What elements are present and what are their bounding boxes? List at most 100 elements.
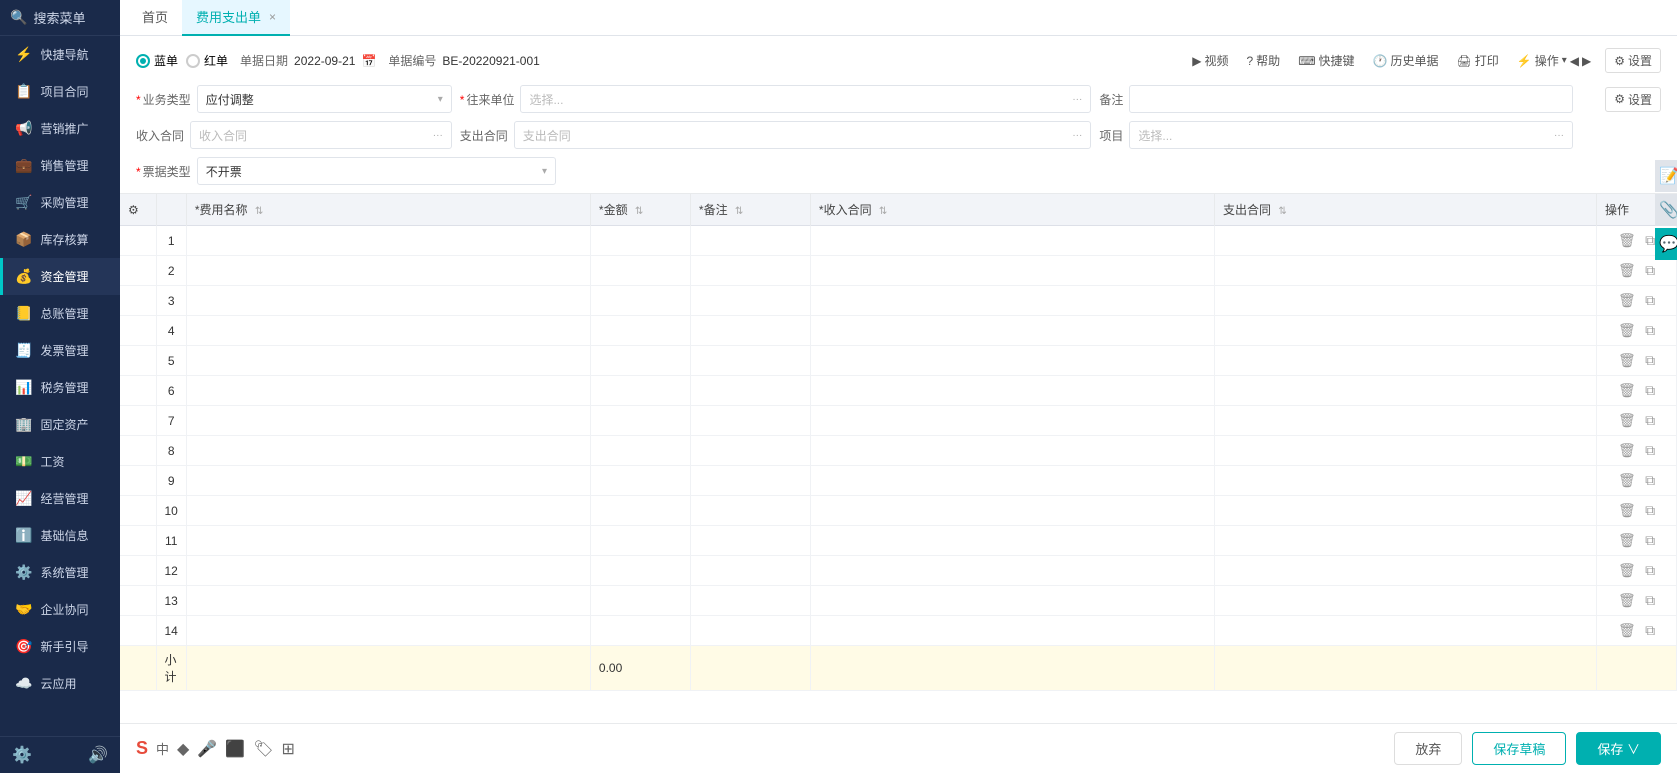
row-copy-icon[interactable]: ⧉ <box>1645 382 1655 398</box>
row-note-cell[interactable] <box>690 616 810 646</box>
sidebar-item-marketing[interactable]: 📢 营销推广 <box>0 110 120 147</box>
tab-close-icon[interactable]: × <box>269 10 276 24</box>
row-amount-cell[interactable] <box>590 316 690 346</box>
row-note-cell[interactable] <box>690 316 810 346</box>
row-expense-name-cell[interactable] <box>186 316 590 346</box>
business-type-select[interactable]: 应付调整 ▾ <box>197 85 452 113</box>
nav-next-icon[interactable]: ▶ <box>1582 54 1591 68</box>
row-delete-icon[interactable]: 🗑 <box>1618 502 1636 518</box>
calendar-icon[interactable]: 📅 <box>361 54 376 68</box>
row-expense-contract-cell[interactable] <box>1214 286 1596 316</box>
row-copy-icon[interactable]: ⧉ <box>1645 352 1655 368</box>
sidebar-item-inventory[interactable]: 📦 库存核算 <box>0 221 120 258</box>
row-amount-cell[interactable] <box>590 406 690 436</box>
expense-contract-ellipsis[interactable]: ··· <box>1072 130 1082 141</box>
row-delete-icon[interactable]: 🗑 <box>1618 352 1636 368</box>
sidebar-item-fixed-assets[interactable]: 🏢 固定资产 <box>0 406 120 443</box>
row-expense-name-cell[interactable] <box>186 406 590 436</box>
sidebar-item-system-mgmt[interactable]: ⚙️ 系统管理 <box>0 554 120 591</box>
red-bill-radio[interactable]: 红单 <box>186 52 228 69</box>
tab-expense[interactable]: 费用支出单 × <box>182 0 290 36</box>
sidebar-item-sales-mgmt[interactable]: 💼 销售管理 <box>0 147 120 184</box>
sidebar-item-fund-mgmt[interactable]: 💰 资金管理 <box>0 258 120 295</box>
row-copy-icon[interactable]: ⧉ <box>1645 232 1655 248</box>
setting-btn[interactable]: ⚙ 设置 <box>1605 48 1661 73</box>
footer-icon-square[interactable]: ⬛ <box>225 739 245 759</box>
print-btn[interactable]: 🖨 打印 <box>1453 50 1503 71</box>
sidebar-item-cloud-apps[interactable]: ☁️ 云应用 <box>0 665 120 702</box>
row-note-cell[interactable] <box>690 496 810 526</box>
row-delete-icon[interactable]: 🗑 <box>1618 622 1636 638</box>
edge-btn-active[interactable]: 💬 <box>1655 228 1677 260</box>
row-delete-icon[interactable]: 🗑 <box>1618 562 1636 578</box>
row-delete-icon[interactable]: 🗑 <box>1618 592 1636 608</box>
row-income-contract-cell[interactable] <box>810 256 1214 286</box>
row-amount-cell[interactable] <box>590 346 690 376</box>
row-delete-icon[interactable]: 🗑 <box>1618 412 1636 428</box>
row-income-contract-cell[interactable] <box>810 466 1214 496</box>
row-expense-contract-cell[interactable] <box>1214 616 1596 646</box>
nav-prev-icon[interactable]: ◀ <box>1570 54 1579 68</box>
income-contract-input[interactable]: 收入合同 ··· <box>190 121 452 149</box>
row-expense-name-cell[interactable] <box>186 436 590 466</box>
th-settings[interactable]: ⚙ <box>120 194 156 226</box>
tab-home[interactable]: 首页 <box>128 0 182 36</box>
row-amount-cell[interactable] <box>590 586 690 616</box>
row-expense-contract-cell[interactable] <box>1214 316 1596 346</box>
row-expense-name-cell[interactable] <box>186 586 590 616</box>
project-input[interactable]: 选择... ··· <box>1129 121 1573 149</box>
row-delete-icon[interactable]: 🗑 <box>1618 382 1636 398</box>
history-btn[interactable]: 🕐 历史单据 <box>1369 50 1443 71</box>
row-income-contract-cell[interactable] <box>810 616 1214 646</box>
edge-btn-note[interactable]: 📝 <box>1655 160 1677 192</box>
row-note-cell[interactable] <box>690 406 810 436</box>
edge-btn-attachment[interactable]: 📎 <box>1655 194 1677 226</box>
row-expense-contract-cell[interactable] <box>1214 526 1596 556</box>
row-expense-contract-cell[interactable] <box>1214 376 1596 406</box>
row-note-cell[interactable] <box>690 586 810 616</box>
sidebar-item-ops-mgmt[interactable]: 📈 经营管理 <box>0 480 120 517</box>
sidebar-search[interactable]: 🔍 搜索菜单 <box>0 0 120 36</box>
row-amount-cell[interactable] <box>590 286 690 316</box>
row-amount-cell[interactable] <box>590 226 690 256</box>
row-income-contract-cell[interactable] <box>810 526 1214 556</box>
row-copy-icon[interactable]: ⧉ <box>1645 532 1655 548</box>
row-expense-name-cell[interactable] <box>186 376 590 406</box>
row-copy-icon[interactable]: ⧉ <box>1645 562 1655 578</box>
row-note-cell[interactable] <box>690 526 810 556</box>
row-amount-cell[interactable] <box>590 616 690 646</box>
row-expense-contract-cell[interactable] <box>1214 226 1596 256</box>
sidebar-item-purchase-mgmt[interactable]: 🛒 采购管理 <box>0 184 120 221</box>
row-copy-icon[interactable]: ⧉ <box>1645 292 1655 308</box>
row-expense-name-cell[interactable] <box>186 556 590 586</box>
row-income-contract-cell[interactable] <box>810 436 1214 466</box>
row-note-cell[interactable] <box>690 436 810 466</box>
footer-icon-tag[interactable]: 🏷 <box>253 739 273 759</box>
row-copy-icon[interactable]: ⧉ <box>1645 322 1655 338</box>
footer-icon-s[interactable]: S <box>136 738 148 759</box>
row-expense-name-cell[interactable] <box>186 466 590 496</box>
th-note[interactable]: *备注 ⇅ <box>690 194 810 226</box>
settings-icon[interactable]: ⚙️ <box>12 745 32 765</box>
row-income-contract-cell[interactable] <box>810 586 1214 616</box>
row-copy-icon[interactable]: ⧉ <box>1645 442 1655 458</box>
partner-input[interactable]: 选择... ··· <box>520 85 1091 113</box>
row-amount-cell[interactable] <box>590 466 690 496</box>
th-expense-name[interactable]: *费用名称 ⇅ <box>186 194 590 226</box>
row-income-contract-cell[interactable] <box>810 556 1214 586</box>
sidebar-item-enterprise-collab[interactable]: 🤝 企业协同 <box>0 591 120 628</box>
row-income-contract-cell[interactable] <box>810 226 1214 256</box>
row-delete-icon[interactable]: 🗑 <box>1618 262 1636 278</box>
income-contract-ellipsis[interactable]: ··· <box>433 130 443 141</box>
volume-icon[interactable]: 🔊 <box>88 745 108 765</box>
footer-icon-grid[interactable]: ⊞ <box>282 739 295 759</box>
row-copy-icon[interactable]: ⧉ <box>1645 592 1655 608</box>
row-note-cell[interactable] <box>690 346 810 376</box>
row-expense-name-cell[interactable] <box>186 526 590 556</box>
footer-icon-diamond[interactable]: ◆ <box>177 739 189 759</box>
sidebar-item-new-guide[interactable]: 🎯 新手引导 <box>0 628 120 665</box>
row-income-contract-cell[interactable] <box>810 496 1214 526</box>
sidebar-item-quick-nav[interactable]: ⚡ 快捷导航 <box>0 36 120 73</box>
row-delete-icon[interactable]: 🗑 <box>1618 232 1636 248</box>
row-delete-icon[interactable]: 🗑 <box>1618 532 1636 548</box>
